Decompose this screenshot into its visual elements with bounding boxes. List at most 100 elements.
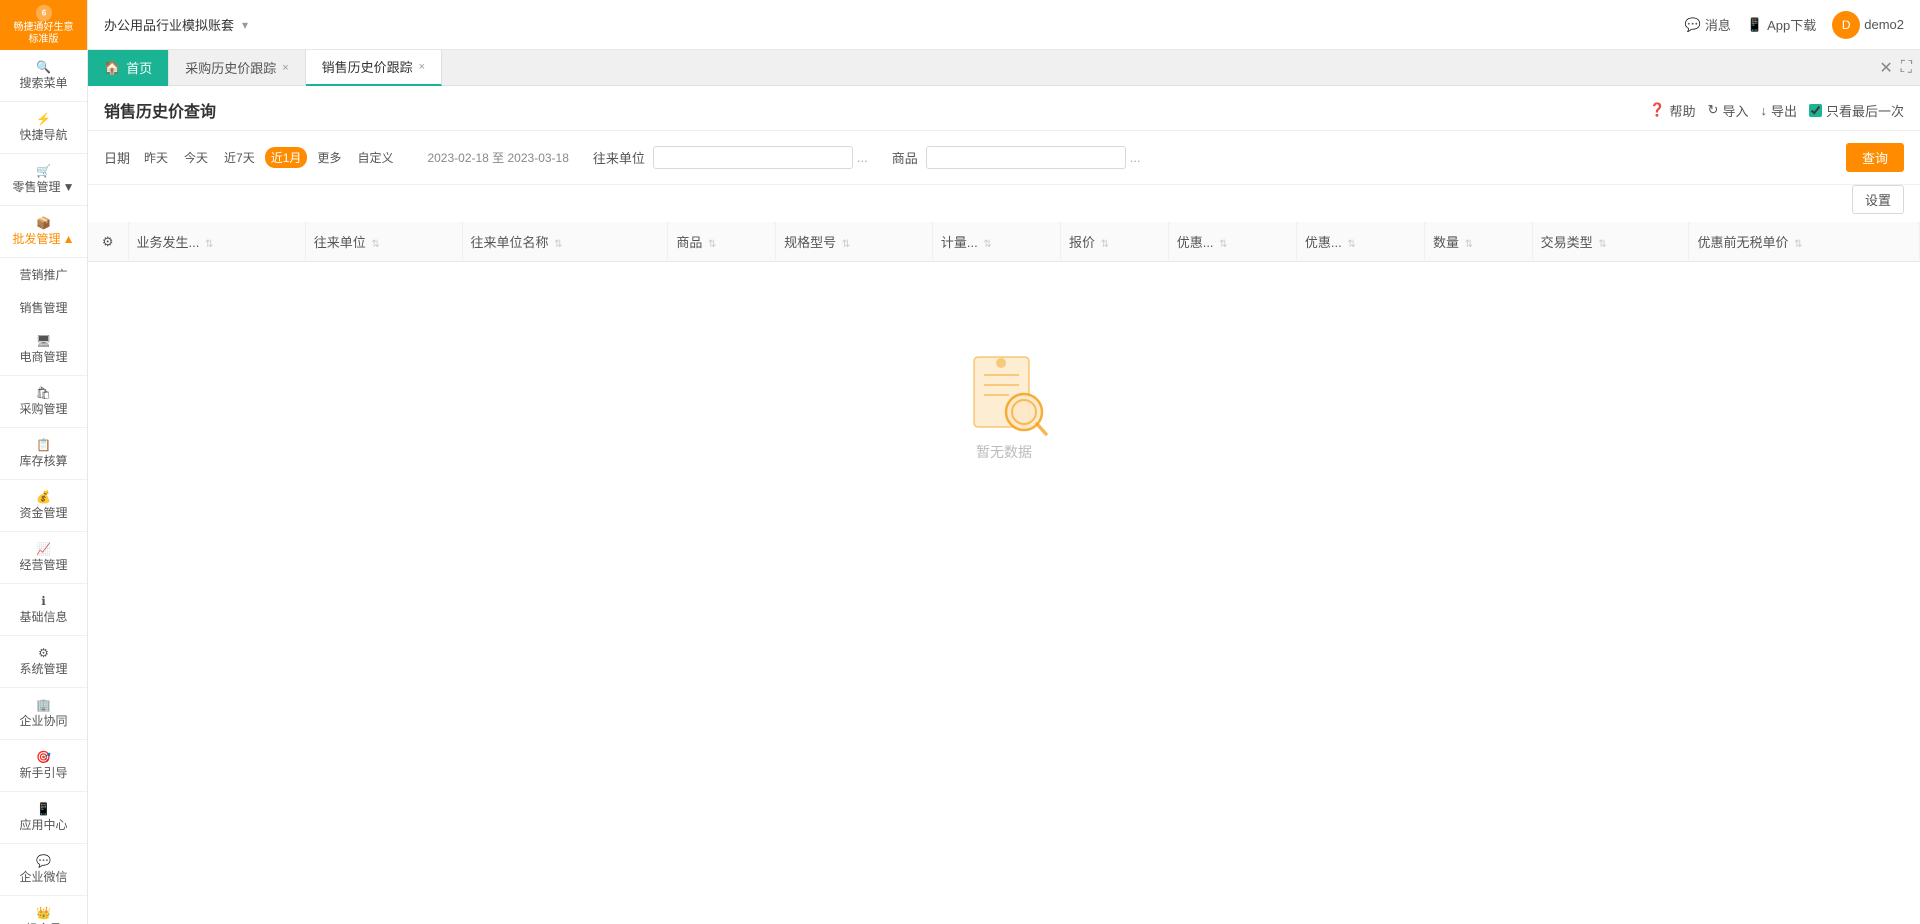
th-spec[interactable]: 规格型号 ⇅: [776, 222, 933, 262]
settings-button[interactable]: 设置: [1852, 185, 1904, 214]
message-icon: 💬: [1685, 17, 1701, 33]
th-settings[interactable]: ⚙: [88, 222, 128, 262]
home-icon: 🏠: [104, 60, 120, 76]
empty-state: 暂无数据: [88, 262, 1920, 542]
data-table: ⚙ 业务发生... ⇅ 往来单位 ⇅ 往来单位名称 ⇅: [88, 222, 1920, 262]
close-tab-button[interactable]: ✕: [1879, 58, 1892, 78]
wechat-icon: 💬: [4, 854, 83, 868]
help-link[interactable]: ❓ 帮助: [1649, 101, 1695, 120]
query-button[interactable]: 查询: [1846, 143, 1904, 172]
sidebar-item-search-menu[interactable]: 🔍 搜索菜单: [0, 50, 87, 102]
chevron-up-icon: ▲: [63, 232, 75, 246]
sidebar-item-app-center[interactable]: 📱 应用中心: [0, 792, 87, 844]
sidebar-item-sales-mgmt[interactable]: 销售管理: [0, 291, 87, 324]
wholesale-icon: 📦: [4, 216, 83, 230]
th-quote[interactable]: 报价 ⇅: [1061, 222, 1169, 262]
tab-purchase-history[interactable]: 采购历史价跟踪 ×: [169, 50, 305, 86]
tab-sales-close-icon[interactable]: ×: [419, 61, 425, 73]
retail-icon: 🛒: [4, 164, 83, 178]
sidebar-item-system[interactable]: ⚙ 系统管理: [0, 636, 87, 688]
svg-text:6: 6: [41, 9, 46, 18]
sidebar-item-finance[interactable]: 💰 资金管理: [0, 480, 87, 532]
th-biz-date-label: 业务发生...: [137, 235, 200, 250]
sidebar-label-purchase: 采购管理: [4, 400, 83, 417]
view-last-checkbox[interactable]: [1809, 104, 1822, 117]
sidebar-item-wholesale-mgmt[interactable]: 📦 批发管理 ▲: [0, 206, 87, 258]
partner-dots[interactable]: ...: [857, 150, 868, 165]
topbar-title: 办公用品行业模拟账套: [104, 15, 234, 34]
th-discount1[interactable]: 优惠... ⇅: [1168, 222, 1296, 262]
product-input[interactable]: [926, 146, 1126, 169]
content-area: 销售历史价查询 ❓ 帮助 ↻ 导入 ↓ 导出 只看最后一次: [88, 86, 1920, 924]
sidebar-label-app: 应用中心: [4, 816, 83, 833]
product-label: 商品: [892, 148, 918, 167]
tab-home[interactable]: 🏠 首页: [88, 50, 169, 86]
main-area: 办公用品行业模拟账套 ▾ 💬 消息 📱 App下载 D demo2 🏠 首页: [88, 0, 1920, 924]
sidebar-item-ecommerce[interactable]: 🖥 电商管理: [0, 324, 87, 376]
sidebar-label-basic: 基础信息: [4, 608, 83, 625]
sidebar-item-purchase[interactable]: 🛍 采购管理: [0, 376, 87, 428]
app-subtitle: 标准版: [29, 34, 59, 46]
sidebar-label-marketing: 营销推广: [19, 268, 67, 282]
user-name: demo2: [1864, 17, 1904, 32]
export-label: 导出: [1771, 101, 1797, 120]
message-button[interactable]: 💬 消息: [1685, 15, 1731, 34]
finance-icon: 💰: [4, 490, 83, 504]
empty-text: 暂无数据: [976, 442, 1032, 462]
th-pre-tax-price[interactable]: 优惠前无税单价 ⇅: [1689, 222, 1920, 262]
sidebar-item-enterprise[interactable]: 🏢 企业协同: [0, 688, 87, 740]
date-last7days[interactable]: 近7天: [218, 147, 261, 168]
filter-bar: 日期 昨天 今天 近7天 近1月 更多 自定义 2023-02-18 至 202…: [88, 131, 1920, 185]
table-header-row: ⚙ 业务发生... ⇅ 往来单位 ⇅ 往来单位名称 ⇅: [88, 222, 1920, 262]
date-last1month[interactable]: 近1月: [265, 147, 308, 168]
export-link[interactable]: ↓ 导出: [1760, 101, 1797, 120]
sidebar-item-wechat[interactable]: 💬 企业微信: [0, 844, 87, 896]
th-quantity[interactable]: 数量 ⇅: [1424, 222, 1532, 262]
enterprise-icon: 🏢: [4, 698, 83, 712]
product-dots[interactable]: ...: [1130, 150, 1141, 165]
th-spec-label: 规格型号: [784, 235, 836, 250]
sidebar-label-enterprise: 企业协同: [4, 712, 83, 729]
sidebar-item-quick-nav[interactable]: ⚡ 快捷导航: [0, 102, 87, 154]
tab-sales-history[interactable]: 销售历史价跟踪 ×: [306, 50, 442, 86]
th-discount2[interactable]: 优惠... ⇅: [1296, 222, 1424, 262]
sidebar-item-operations[interactable]: 📈 经营管理: [0, 532, 87, 584]
th-partner-name[interactable]: 往来单位名称 ⇅: [462, 222, 668, 262]
th-product[interactable]: 商品 ⇅: [668, 222, 776, 262]
import-link[interactable]: ↻ 导入: [1708, 101, 1749, 120]
th-partner-code[interactable]: 往来单位 ⇅: [305, 222, 462, 262]
sidebar-item-retail-mgmt[interactable]: 🛒 零售管理 ▼: [0, 154, 87, 206]
th-partner-code-label: 往来单位: [314, 235, 366, 250]
table-header: ⚙ 业务发生... ⇅ 往来单位 ⇅ 往来单位名称 ⇅: [88, 222, 1920, 262]
partner-input-wrapper: ...: [653, 146, 868, 169]
settings-icon: ⚙: [102, 234, 114, 249]
th-unit[interactable]: 计量... ⇅: [932, 222, 1060, 262]
help-label: 帮助: [1670, 101, 1696, 120]
date-more[interactable]: 更多: [311, 147, 347, 168]
tab-purchase-label: 采购历史价跟踪: [185, 58, 276, 77]
sidebar-item-inventory[interactable]: 📋 库存核算: [0, 428, 87, 480]
tab-purchase-close-icon[interactable]: ×: [282, 62, 288, 74]
sidebar-label-newbie: 新手引导: [4, 764, 83, 781]
date-shortcuts: 昨天 今天 近7天 近1月 更多 自定义: [138, 147, 399, 168]
user-profile-button[interactable]: D demo2: [1832, 11, 1904, 39]
app-name: 畅捷通好生意: [14, 22, 74, 34]
view-last-checkbox-label[interactable]: 只看最后一次: [1809, 101, 1904, 120]
app-center-icon: 📱: [4, 802, 83, 816]
date-filter-group: 日期 昨天 今天 近7天 近1月 更多 自定义: [104, 147, 399, 168]
date-yesterday[interactable]: 昨天: [138, 147, 174, 168]
app-download-button[interactable]: 📱 App下载: [1747, 15, 1816, 34]
sidebar-item-vip[interactable]: 👑 畅会员: [0, 896, 87, 924]
sidebar-item-marketing[interactable]: 营销推广: [0, 258, 87, 291]
partner-input[interactable]: [653, 146, 853, 169]
topbar-dropdown-icon[interactable]: ▾: [242, 18, 248, 32]
date-custom[interactable]: 自定义: [351, 147, 399, 168]
th-biz-date[interactable]: 业务发生... ⇅: [128, 222, 305, 262]
sidebar-label-retail: 零售管理: [13, 178, 61, 195]
sidebar-item-newbie[interactable]: 🎯 新手引导: [0, 740, 87, 792]
maximize-button[interactable]: ⛶: [1901, 59, 1912, 77]
import-label: 导入: [1722, 101, 1748, 120]
th-trade-type[interactable]: 交易类型 ⇅: [1532, 222, 1689, 262]
date-today[interactable]: 今天: [178, 147, 214, 168]
sidebar-item-basic-info[interactable]: ℹ 基础信息: [0, 584, 87, 636]
